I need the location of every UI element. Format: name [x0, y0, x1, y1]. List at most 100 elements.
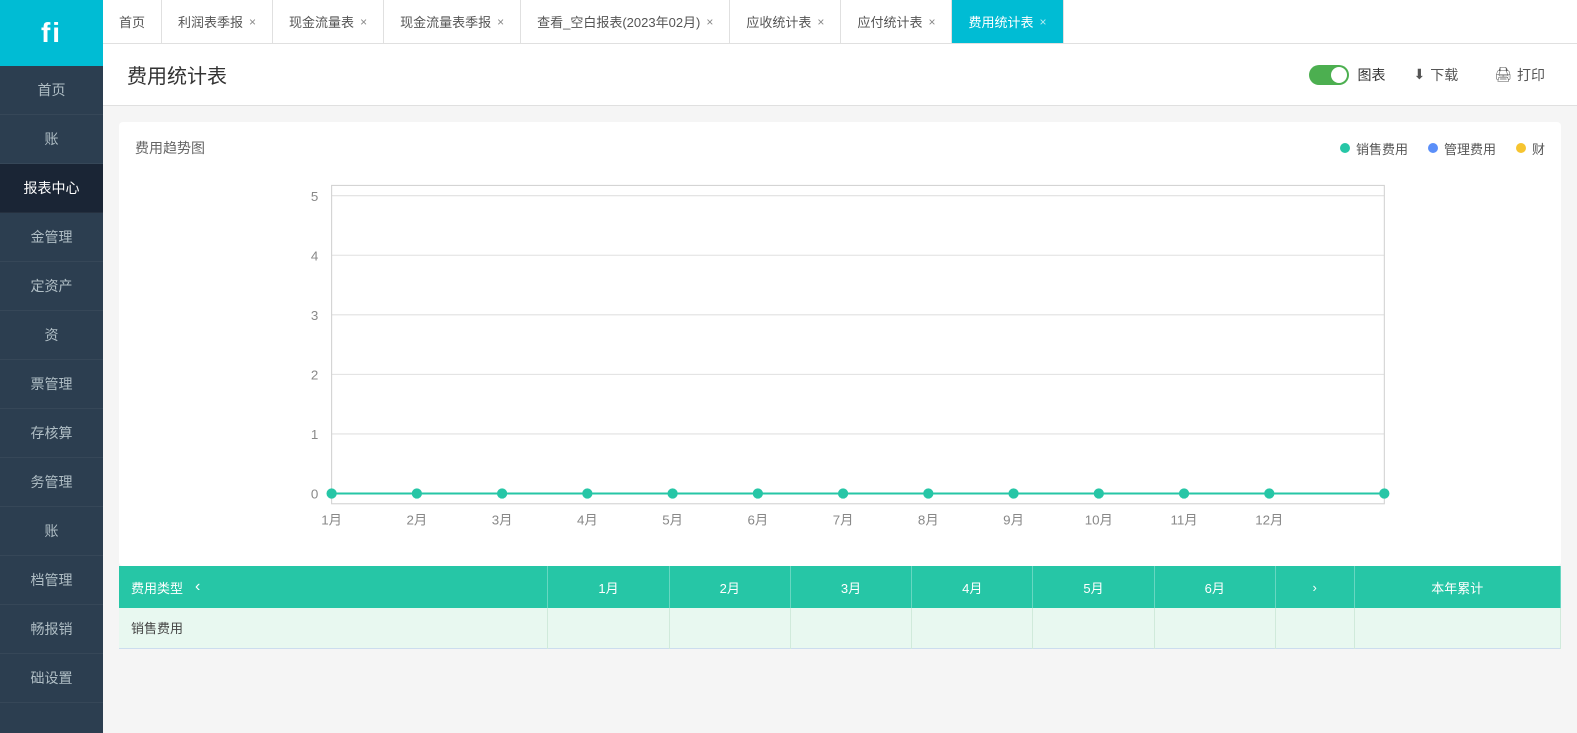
cell-m6: [1154, 608, 1275, 648]
sidebar: fi 首页 账 报表中心 金管理 定资产 资 票管理 存核算 务管理 账 档管理…: [0, 0, 103, 733]
th-m1: 1月: [548, 566, 669, 608]
download-label: 下载: [1430, 65, 1458, 85]
chart-container: 5 4 3 2 1 0: [135, 170, 1545, 550]
tab-expense[interactable]: 费用统计表 ×: [952, 0, 1063, 43]
sidebar-item-inventory[interactable]: 存核算: [0, 409, 103, 458]
legend-dot-admin: [1428, 143, 1438, 153]
cell-m3: [790, 608, 911, 648]
chart-section: 费用趋势图 销售费用 管理费用 财: [119, 122, 1561, 566]
sidebar-item-reports[interactable]: 报表中心: [0, 164, 103, 213]
sidebar-item-fixed-assets[interactable]: 定资产: [0, 262, 103, 311]
tab-close-cashflow-q[interactable]: ×: [497, 16, 504, 28]
cell-nav: [1275, 608, 1354, 648]
tab-receivable[interactable]: 应收统计表 ×: [730, 0, 841, 43]
download-button[interactable]: ⬇ 下载: [1405, 61, 1466, 89]
svg-text:11月: 11月: [1170, 512, 1197, 527]
toggle-label: 图表: [1357, 65, 1385, 85]
svg-text:1: 1: [311, 427, 318, 442]
svg-text:7月: 7月: [833, 512, 854, 527]
svg-text:5月: 5月: [662, 512, 683, 527]
svg-text:4月: 4月: [577, 512, 598, 527]
tab-close-receivable[interactable]: ×: [817, 16, 824, 28]
print-button[interactable]: 🖨 打印: [1486, 61, 1553, 89]
tab-home[interactable]: 首页: [103, 0, 162, 43]
legend-finance: 财: [1516, 139, 1545, 158]
sidebar-item-ledger[interactable]: 账: [0, 507, 103, 556]
sidebar-item-accounts[interactable]: 账: [0, 115, 103, 164]
th-m3: 3月: [790, 566, 911, 608]
tab-cashflow-quarterly[interactable]: 现金流量表季报 ×: [384, 0, 521, 43]
tab-close-cashflow[interactable]: ×: [360, 16, 367, 28]
svg-text:4: 4: [311, 248, 319, 263]
svg-text:1月: 1月: [321, 512, 342, 527]
th-m4: 4月: [912, 566, 1033, 608]
cell-type: 销售费用: [119, 608, 548, 648]
page-title: 费用统计表: [127, 60, 227, 89]
cell-m2: [669, 608, 790, 648]
legend-label-sales: 销售费用: [1356, 139, 1408, 158]
table-section: 费用类型 ‹ 1月 2月 3月 4月 5月 6月 › 本年累计: [119, 566, 1561, 649]
cell-m1: [548, 608, 669, 648]
tab-payable[interactable]: 应付统计表 ×: [841, 0, 952, 43]
download-icon: ⬇: [1413, 66, 1425, 83]
page-header: 费用统计表 图表 ⬇ 下载 🖨 打印: [103, 44, 1577, 106]
content-area: 费用统计表 图表 ⬇ 下载 🖨 打印 费用趋势图: [103, 44, 1577, 733]
sidebar-item-refund[interactable]: 畅报销: [0, 605, 103, 654]
header-actions: 图表 ⬇ 下载 🖨 打印: [1309, 61, 1553, 89]
legend-label-finance: 财: [1532, 139, 1545, 158]
sidebar-item-home[interactable]: 首页: [0, 66, 103, 115]
svg-text:3月: 3月: [492, 512, 513, 527]
chart-header: 费用趋势图 销售费用 管理费用 财: [135, 138, 1545, 158]
sidebar-item-funds[interactable]: 金管理: [0, 213, 103, 262]
svg-text:10月: 10月: [1085, 512, 1113, 527]
th-nav-next[interactable]: ›: [1275, 566, 1354, 608]
tab-cashflow[interactable]: 现金流量表 ×: [273, 0, 384, 43]
svg-text:2月: 2月: [406, 512, 427, 527]
th-m2: 2月: [669, 566, 790, 608]
th-type: 费用类型 ‹: [119, 566, 548, 608]
tab-close-profit[interactable]: ×: [249, 16, 256, 28]
cell-m5: [1033, 608, 1154, 648]
svg-text:8月: 8月: [918, 512, 939, 527]
chart-svg: 5 4 3 2 1 0: [135, 170, 1545, 550]
table-row: 销售费用: [119, 608, 1561, 648]
sidebar-item-resources[interactable]: 资: [0, 311, 103, 360]
tab-bar: 首页 利润表季报 × 现金流量表 × 现金流量表季报 × 查看_空白报表(202…: [103, 0, 1577, 44]
svg-text:3: 3: [311, 308, 318, 323]
sidebar-item-archives[interactable]: 档管理: [0, 556, 103, 605]
svg-text:0: 0: [311, 487, 318, 502]
sidebar-item-service[interactable]: 务管理: [0, 458, 103, 507]
legend-sales: 销售费用: [1340, 139, 1408, 158]
chart-toggle[interactable]: [1309, 65, 1349, 85]
th-total: 本年累计: [1354, 566, 1560, 608]
legend-label-admin: 管理费用: [1444, 139, 1496, 158]
nav-prev-btn[interactable]: ‹: [195, 578, 200, 596]
main-content: 首页 利润表季报 × 现金流量表 × 现金流量表季报 × 查看_空白报表(202…: [103, 0, 1577, 733]
th-m6: 6月: [1154, 566, 1275, 608]
svg-text:9月: 9月: [1003, 512, 1024, 527]
tab-close-blank[interactable]: ×: [706, 16, 713, 28]
svg-text:2: 2: [311, 368, 318, 383]
print-icon: 🖨: [1494, 66, 1512, 83]
legend-dot-sales: [1340, 143, 1350, 153]
th-m5: 5月: [1033, 566, 1154, 608]
sidebar-logo: fi: [0, 0, 103, 66]
tab-close-payable[interactable]: ×: [928, 16, 935, 28]
sidebar-item-invoice[interactable]: 票管理: [0, 360, 103, 409]
legend-admin: 管理费用: [1428, 139, 1496, 158]
chart-legend: 销售费用 管理费用 财: [1340, 139, 1545, 158]
cell-m4: [912, 608, 1033, 648]
svg-text:6月: 6月: [747, 512, 768, 527]
svg-text:12月: 12月: [1255, 512, 1283, 527]
chart-title: 费用趋势图: [135, 138, 205, 158]
tab-profit-quarterly[interactable]: 利润表季报 ×: [162, 0, 273, 43]
tab-close-expense[interactable]: ×: [1039, 16, 1046, 28]
cell-total: [1354, 608, 1560, 648]
legend-dot-finance: [1516, 143, 1526, 153]
data-table: 费用类型 ‹ 1月 2月 3月 4月 5月 6月 › 本年累计: [119, 566, 1561, 649]
print-label: 打印: [1517, 65, 1545, 85]
sidebar-item-settings[interactable]: 础设置: [0, 654, 103, 703]
tab-blank-report[interactable]: 查看_空白报表(2023年02月) ×: [521, 0, 730, 43]
chart-toggle-wrap[interactable]: 图表: [1309, 65, 1385, 85]
svg-text:5: 5: [311, 189, 318, 204]
